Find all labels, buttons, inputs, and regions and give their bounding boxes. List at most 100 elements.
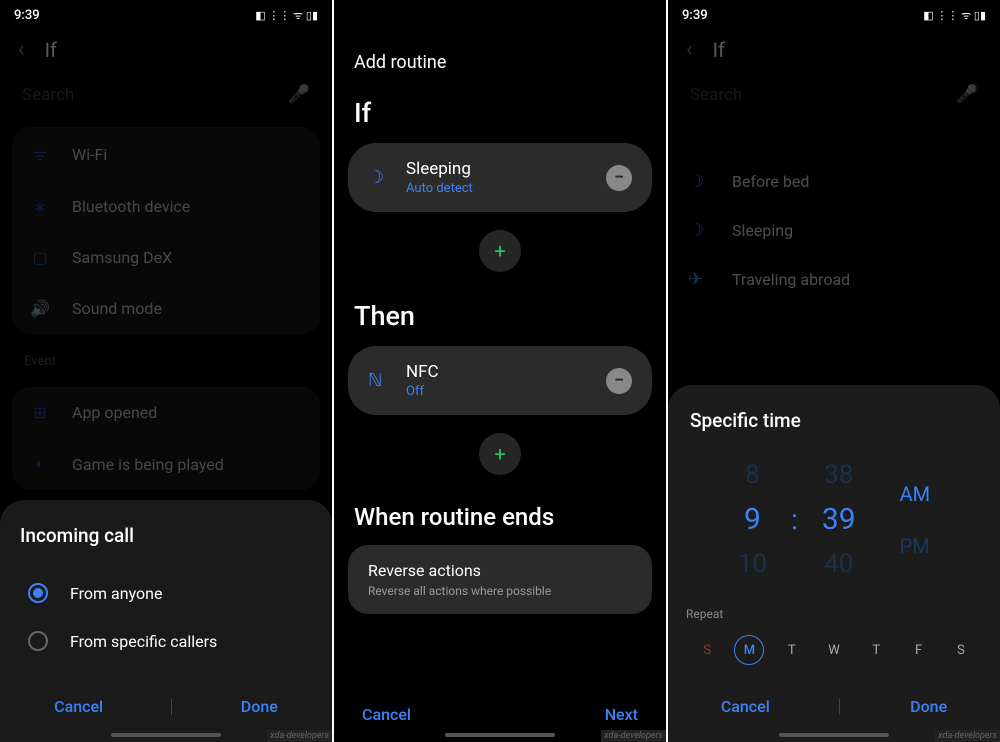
moon-icon: ☽ (688, 171, 708, 192)
nfc-icon: ℕ (368, 370, 390, 391)
radio-label: From specific callers (70, 632, 217, 651)
list-item-wifi[interactable]: ᯤ Wi-Fi (12, 127, 320, 181)
radio-specific-callers[interactable]: From specific callers (20, 617, 312, 665)
pm-option[interactable]: PM (900, 534, 931, 558)
day-fri[interactable]: F (904, 635, 934, 665)
search-row[interactable]: Search 🎤 (0, 72, 332, 117)
cancel-button[interactable]: Cancel (362, 705, 411, 724)
page-title: Add routine (348, 38, 652, 87)
dex-icon: ▢ (30, 248, 50, 267)
list-item-app-opened[interactable]: ⊞App opened (12, 387, 320, 438)
moon-icon: ☽ (688, 220, 708, 241)
card-sub: Auto detect (406, 181, 590, 196)
sheet-button-row: Cancel Done (686, 689, 982, 724)
watermark: xda-developers (267, 730, 332, 742)
bottom-buttons: Cancel Next (334, 705, 666, 724)
list-item-bluetooth[interactable]: ∗Bluetooth device (12, 181, 320, 232)
list-item-dex[interactable]: ▢Samsung DeX (12, 232, 320, 283)
search-row[interactable]: Search 🎤 (668, 72, 1000, 117)
incoming-call-sheet: Incoming call From anyone From specific … (0, 500, 332, 742)
day-mon[interactable]: M (734, 635, 764, 665)
back-icon[interactable]: ‹ (686, 37, 693, 62)
ampm-picker[interactable]: AM PM (900, 482, 931, 558)
status-time: 9:39 (682, 8, 708, 23)
time-picker[interactable]: 8 9 10 : 38 39 40 AM PM (686, 460, 982, 579)
radio-icon[interactable] (28, 583, 48, 603)
repeat-label: Repeat (686, 607, 982, 621)
mic-icon[interactable]: 🎤 (288, 84, 310, 105)
list-label: Sound mode (72, 299, 162, 318)
day-thu[interactable]: T (861, 635, 891, 665)
day-sat[interactable]: S (946, 635, 976, 665)
status-icons: ◧ ⋮⋮ ᯤ ▯▮ (923, 8, 986, 23)
back-icon[interactable]: ‹ (18, 37, 25, 62)
list-item-sleeping[interactable]: ☽Sleeping (668, 206, 1000, 255)
event-section-label: Event (0, 334, 332, 377)
list-label: Game is being played (72, 455, 224, 474)
day-wed[interactable]: W (819, 635, 849, 665)
radio-label: From anyone (70, 584, 162, 603)
add-then-button[interactable]: + (479, 433, 521, 475)
hour-next[interactable]: 10 (738, 549, 767, 579)
background-dimmed: ‹ If Search 🎤 ᯤ Wi-Fi ∗Bluetooth device ▢… (0, 27, 332, 490)
radio-icon[interactable] (28, 631, 48, 651)
button-divider (839, 699, 840, 715)
hour-picker[interactable]: 8 9 10 (738, 460, 767, 579)
reverse-actions-card[interactable]: Reverse actions Reverse all actions wher… (348, 545, 652, 614)
button-divider (171, 699, 172, 715)
ends-section-title: When routine ends (348, 493, 652, 545)
minute-selected[interactable]: 39 (822, 502, 856, 537)
minute-next[interactable]: 40 (824, 549, 853, 579)
time-colon: : (791, 503, 798, 536)
am-option[interactable]: AM (900, 482, 931, 506)
if-condition-card[interactable]: ☽ Sleeping Auto detect − (348, 143, 652, 212)
header: ‹ If (0, 27, 332, 72)
hour-selected[interactable]: 9 (744, 502, 761, 537)
list-item-before-bed[interactable]: ☽Before bed (668, 157, 1000, 206)
then-action-card[interactable]: ℕ NFC Off − (348, 346, 652, 415)
hour-prev[interactable]: 8 (745, 460, 760, 490)
radio-from-anyone[interactable]: From anyone (20, 569, 312, 617)
screen-add-routine: Add routine If ☽ Sleeping Auto detect − … (334, 0, 666, 742)
reverse-title: Reverse actions (368, 561, 632, 580)
done-button[interactable]: Done (910, 697, 947, 716)
add-if-button[interactable]: + (479, 230, 521, 272)
home-indicator[interactable] (445, 733, 555, 737)
next-button[interactable]: Next (605, 705, 638, 724)
done-button[interactable]: Done (241, 697, 278, 716)
home-indicator[interactable] (111, 733, 221, 737)
remove-button[interactable]: − (606, 368, 632, 394)
card-text: Sleeping Auto detect (406, 159, 590, 196)
home-indicator[interactable] (779, 733, 889, 737)
screen-if-conditions: 9:39 ◧ ⋮⋮ ᯤ ▯▮ ‹ If Search 🎤 ᯤ Wi-Fi ∗Blu… (0, 0, 332, 742)
moon-icon: ☽ (368, 167, 390, 188)
status-icons: ◧ ⋮⋮ ᯤ ▯▮ (255, 8, 318, 23)
search-placeholder: Search (690, 85, 742, 105)
list-label: Traveling abroad (732, 270, 850, 289)
list-item-sound[interactable]: 🔊Sound mode (12, 283, 320, 334)
status-bar: 9:39 ◧ ⋮⋮ ᯤ ▯▮ (0, 0, 332, 27)
search-placeholder: Search (22, 85, 74, 105)
list-label: Wi-Fi (72, 145, 107, 164)
plane-icon: ✈ (688, 269, 708, 290)
minute-picker[interactable]: 38 39 40 (822, 460, 856, 579)
card-label: Sleeping (406, 159, 590, 179)
mic-icon[interactable]: 🎤 (956, 84, 978, 105)
wifi-icon: ᯤ (30, 143, 50, 165)
condition-list: ᯤ Wi-Fi ∗Bluetooth device ▢Samsung DeX 🔊S… (12, 127, 320, 334)
page-title: If (45, 38, 57, 62)
game-icon: ◐ (30, 454, 50, 474)
then-section-title: Then (348, 290, 652, 346)
minute-prev[interactable]: 38 (824, 460, 853, 490)
cancel-button[interactable]: Cancel (54, 697, 103, 716)
status-bar: 9:39 ◧ ⋮⋮ ᯤ ▯▮ (668, 0, 1000, 27)
remove-button[interactable]: − (606, 165, 632, 191)
status-time: 9:39 (14, 8, 40, 23)
list-item-traveling[interactable]: ✈ Traveling abroad (668, 255, 1000, 304)
list-item-game[interactable]: ◐ Game is being played (12, 438, 320, 490)
days-row: S M T W T F S (686, 635, 982, 665)
watermark: xda-developers (935, 730, 1000, 742)
day-tue[interactable]: T (777, 635, 807, 665)
cancel-button[interactable]: Cancel (721, 697, 770, 716)
day-sun[interactable]: S (692, 635, 722, 665)
